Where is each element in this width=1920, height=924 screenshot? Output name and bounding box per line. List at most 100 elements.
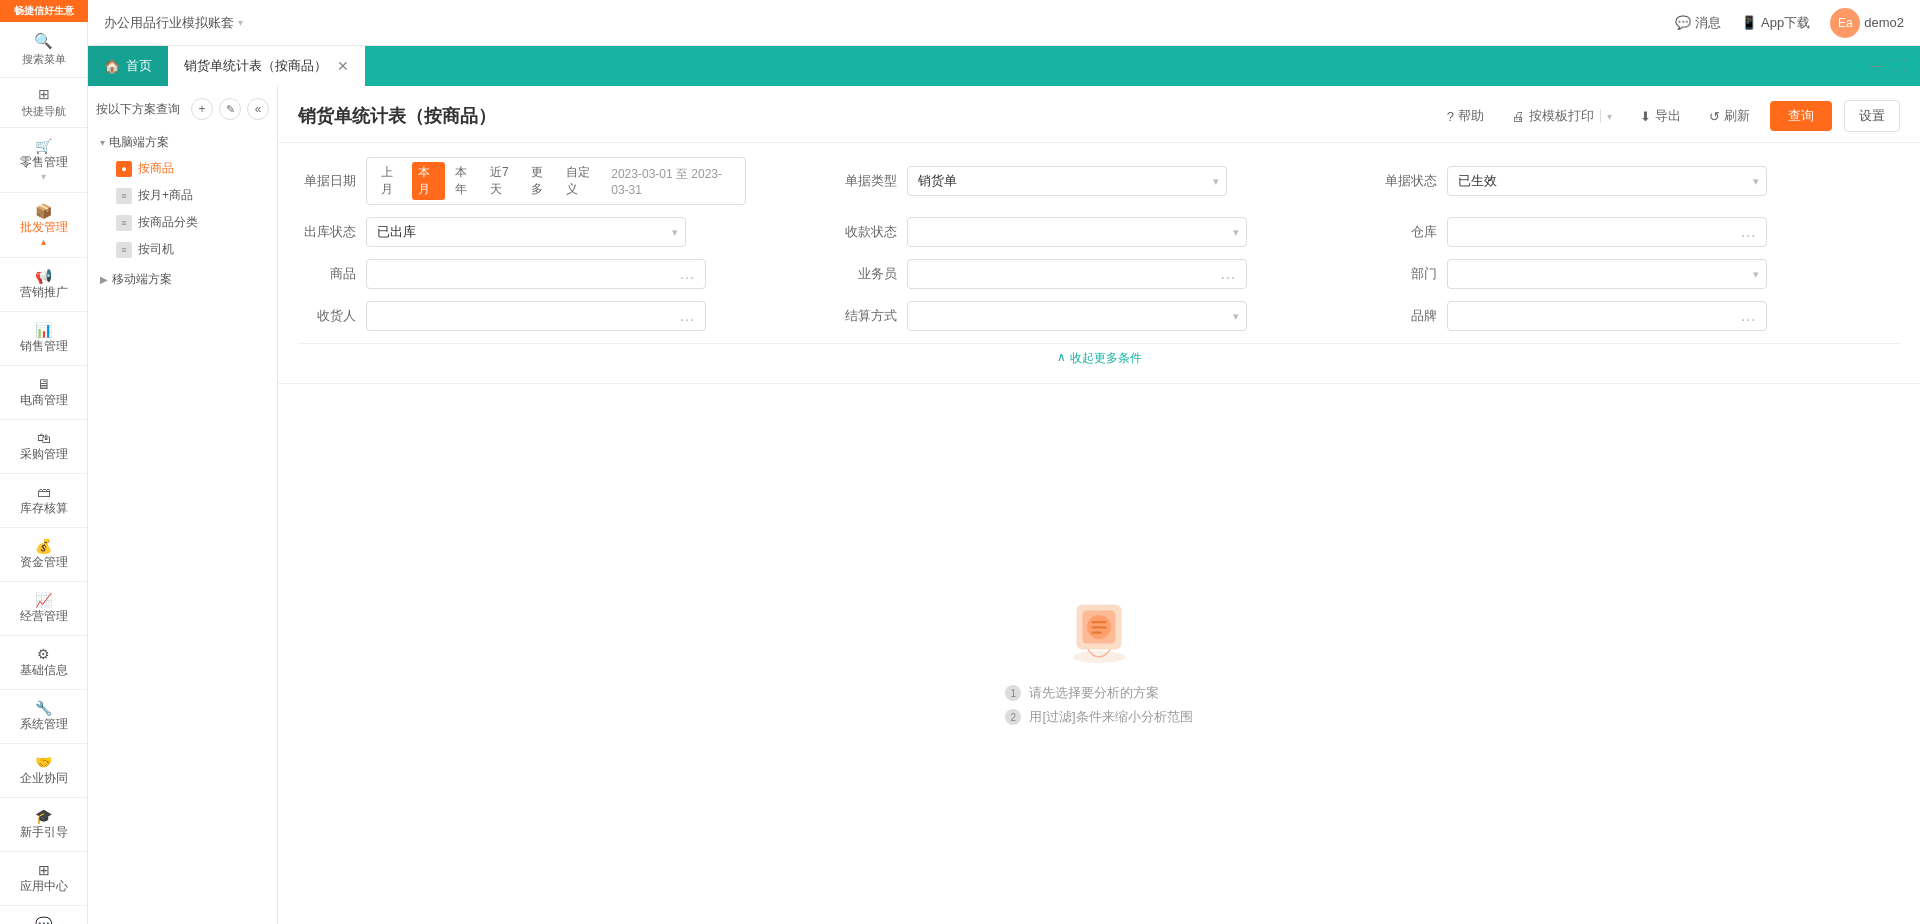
export-button[interactable]: ⬇ 导出: [1632, 103, 1689, 129]
stock-status-select[interactable]: 已出库: [366, 217, 686, 247]
date-more[interactable]: 更多: [527, 162, 556, 200]
app-download-label: App下载: [1761, 14, 1810, 32]
sidebar-item-app-center[interactable]: ⊞ 应用中心: [0, 852, 87, 906]
page-actions: ? 帮助 🖨 按模板打印 ▾ ⬇ 导出 ↺ 刷新: [1439, 100, 1900, 132]
sidebar-label: 企业协同: [20, 770, 68, 787]
sidebar-item-enterprise[interactable]: 🤝 企业协同: [0, 744, 87, 798]
query-button[interactable]: 查询: [1770, 101, 1832, 131]
sidebar-item-wholesale[interactable]: 📦 批发管理 ▴: [0, 193, 87, 258]
sidebar-item-retail[interactable]: 🛒 零售管理 ▾: [0, 128, 87, 193]
maximize-button[interactable]: ⛶: [1892, 58, 1908, 74]
date-filter[interactable]: 上月 本月 本年 近7天 更多 自定义 2023-03-01 至 2023-03…: [366, 157, 746, 205]
left-panel: 按以下方案查询 + ✎ « ▾ 电脑端方案 ● 按商品 ≡ 按月: [88, 86, 278, 924]
product-label: 商品: [298, 265, 366, 283]
sidebar: 畅捷信好生意 🔍 搜索菜单 ⊞ 快捷导航 🛒 零售管理 ▾ 📦 批发管理 ▴ 📢…: [0, 0, 88, 924]
filter-row-1: 单据日期 上月 本月 本年 近7天 更多 自定义 2023-03-01 至 20…: [298, 157, 1900, 205]
brand-dots-icon[interactable]: …: [1740, 307, 1756, 325]
sidebar-item-operations[interactable]: 📈 经营管理: [0, 582, 87, 636]
sidebar-item-marketing[interactable]: 📢 营销推广: [0, 258, 87, 312]
date-custom[interactable]: 自定义: [562, 162, 601, 200]
sidebar-quick-nav[interactable]: ⊞ 快捷导航: [0, 78, 87, 128]
sidebar-label: 电商管理: [20, 392, 68, 409]
payment-method-label: 结算方式: [839, 307, 907, 325]
help-label: 帮助: [1458, 107, 1484, 125]
left-panel-icons: + ✎ «: [191, 98, 269, 120]
sidebar-label: 库存核算: [20, 500, 68, 517]
department-select[interactable]: [1447, 259, 1767, 289]
warehouse-label: 仓库: [1379, 223, 1447, 241]
salesperson-dots-icon[interactable]: …: [1220, 265, 1236, 283]
header-right: 💬 消息 📱 App下载 Ea demo2: [1675, 8, 1904, 38]
sidebar-item-finance[interactable]: 💰 资金管理: [0, 528, 87, 582]
sidebar-item-newbie[interactable]: 🎓 新手引导: [0, 798, 87, 852]
date-7days[interactable]: 近7天: [486, 162, 521, 200]
edit-scheme-button[interactable]: ✎: [219, 98, 241, 120]
sidebar-search[interactable]: 🔍 搜索菜单: [0, 22, 87, 78]
left-panel-title: 按以下方案查询: [96, 101, 180, 118]
main-content: 办公用品行业模拟账套 ▾ 💬 消息 📱 App下载 Ea demo2 🏠 首页: [88, 0, 1920, 924]
stock-status-label: 出库状态: [298, 223, 366, 241]
print-button[interactable]: 🖨 按模板打印 ▾: [1504, 103, 1620, 129]
sidebar-item-basic[interactable]: ⚙ 基础信息: [0, 636, 87, 690]
svg-rect-4: [1092, 621, 1107, 623]
date-this-month[interactable]: 本月: [412, 162, 445, 200]
app-download-button[interactable]: 📱 App下载: [1741, 14, 1810, 32]
tree-arrow-right-icon: ▶: [100, 274, 108, 285]
sidebar-item-sales[interactable]: 📊 销售管理: [0, 312, 87, 366]
messages-button[interactable]: 💬 消息: [1675, 14, 1721, 32]
by-month-product-label: 按月+商品: [138, 187, 193, 204]
empty-tip-2: 2 用[过滤]条件来缩小分析范围: [1005, 708, 1192, 726]
export-icon: ⬇: [1640, 109, 1651, 124]
sidebar-item-purchase[interactable]: 🛍 采购管理: [0, 420, 87, 474]
refresh-button[interactable]: ↺ 刷新: [1701, 103, 1758, 129]
date-this-year[interactable]: 本年: [451, 162, 480, 200]
tab-sales-stats[interactable]: 销货单统计表（按商品） ✕: [168, 46, 365, 86]
tree-child-by-cashier[interactable]: ≡ 按司机: [96, 236, 269, 263]
industry-dropdown[interactable]: 办公用品行业模拟账套 ▾: [104, 14, 243, 32]
dropdown-arrow-icon: ▾: [238, 17, 243, 28]
tree-child-by-category[interactable]: ≡ 按商品分类: [96, 209, 269, 236]
tab-home[interactable]: 🏠 首页: [88, 46, 168, 86]
tree-child-by-product[interactable]: ● 按商品: [96, 155, 269, 182]
sidebar-item-system[interactable]: 🔧 系统管理: [0, 690, 87, 744]
filter-area: 单据日期 上月 本月 本年 近7天 更多 自定义 2023-03-01 至 20…: [278, 143, 1920, 384]
help-button[interactable]: ? 帮助: [1439, 103, 1492, 129]
collapse-label: 收起更多条件: [1070, 350, 1142, 367]
left-panel-header: 按以下方案查询 + ✎ «: [96, 98, 269, 120]
tree-child-by-month-product[interactable]: ≡ 按月+商品: [96, 182, 269, 209]
search-label: 搜索菜单: [22, 52, 66, 67]
doctype-label: 单据类型: [839, 172, 907, 190]
basic-icon: ⚙: [37, 646, 50, 662]
by-month-product-icon: ≡: [116, 188, 132, 204]
settings-button[interactable]: 设置: [1844, 100, 1900, 132]
doctype-value: 销货单: [918, 172, 957, 190]
retail-icon: 🛒: [35, 138, 52, 154]
sidebar-item-wechat[interactable]: 💬 企业微信: [0, 906, 87, 924]
department-label: 部门: [1379, 265, 1447, 283]
tab-home-label: 首页: [126, 57, 152, 75]
sidebar-item-ecommerce[interactable]: 🖥 电商管理: [0, 366, 87, 420]
user-avatar[interactable]: Ea demo2: [1830, 8, 1904, 38]
tree-mobile-parent[interactable]: ▶ 移动端方案: [96, 267, 269, 292]
empty-illustration: [1054, 582, 1144, 672]
doctype-select[interactable]: 销货单: [907, 166, 1227, 196]
messages-label: 消息: [1695, 14, 1721, 32]
sidebar-item-inventory[interactable]: 🗃 库存核算: [0, 474, 87, 528]
print-divider: [1600, 109, 1601, 123]
tip-num-2: 2: [1005, 709, 1021, 725]
minimize-button[interactable]: —: [1868, 58, 1884, 74]
department-select-wrap: ▾: [1447, 259, 1767, 289]
receiver-dots-icon[interactable]: …: [679, 307, 695, 325]
payment-method-select[interactable]: [907, 301, 1247, 331]
date-last-month[interactable]: 上月: [377, 162, 406, 200]
add-scheme-button[interactable]: +: [191, 98, 213, 120]
collapse-panel-button[interactable]: «: [247, 98, 269, 120]
tab-bar: 🏠 首页 销货单统计表（按商品） ✕ — ⛶: [88, 46, 1920, 86]
tree-desktop-parent[interactable]: ▾ 电脑端方案: [96, 130, 269, 155]
collapse-filters-button[interactable]: ∧ 收起更多条件: [298, 343, 1900, 369]
product-dots-icon[interactable]: …: [679, 265, 695, 283]
payment-status-select[interactable]: [907, 217, 1247, 247]
tab-close-icon[interactable]: ✕: [337, 58, 349, 74]
warehouse-dots-icon[interactable]: …: [1740, 223, 1756, 241]
docstatus-select[interactable]: 已生效: [1447, 166, 1767, 196]
